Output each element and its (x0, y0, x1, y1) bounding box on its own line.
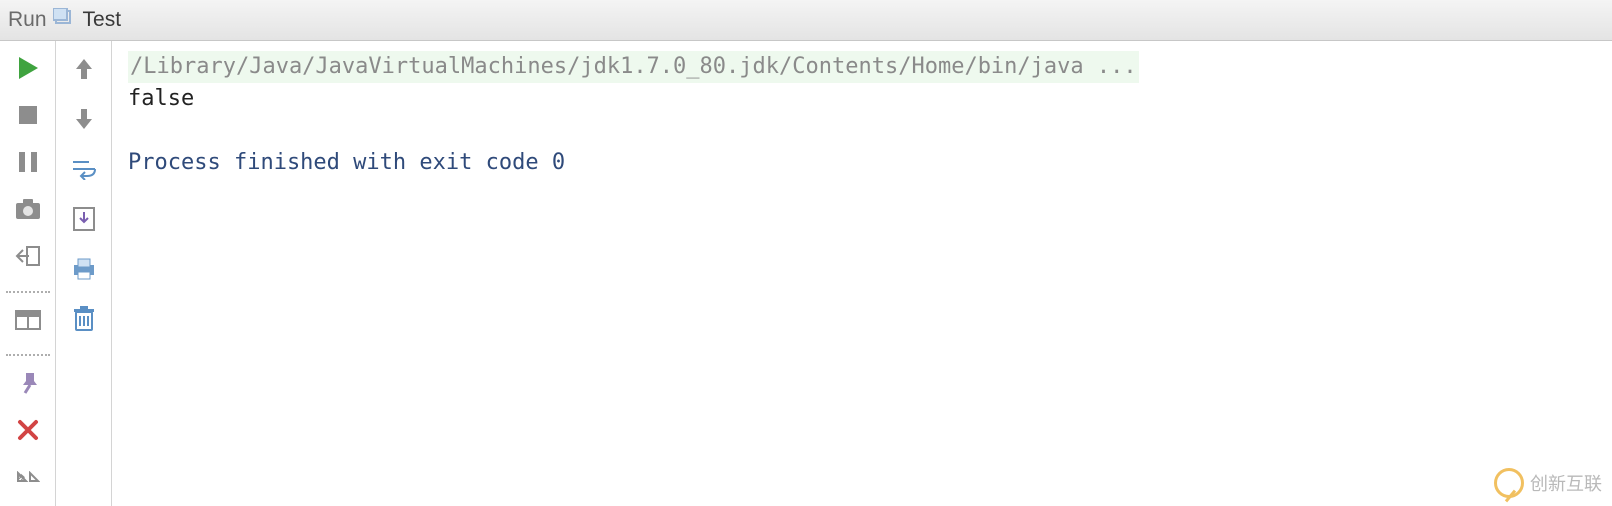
clear-all-button[interactable] (64, 299, 104, 339)
pin-button[interactable] (8, 364, 48, 401)
camera-icon (15, 198, 41, 220)
arrow-down-icon (73, 106, 95, 132)
layout-icon (15, 310, 41, 330)
run-config-name: Test (83, 8, 122, 32)
svg-text:»: » (16, 471, 26, 483)
arrow-up-icon (73, 56, 95, 82)
dump-threads-button[interactable] (8, 191, 48, 228)
pin-icon (17, 371, 39, 395)
exit-icon (15, 245, 41, 267)
exit-button[interactable] (8, 238, 48, 275)
scroll-to-end-button[interactable] (64, 199, 104, 239)
separator (6, 354, 50, 356)
trash-icon (72, 306, 96, 332)
rerun-button[interactable] (8, 49, 48, 86)
console-stdout: false (128, 86, 194, 111)
separator (6, 291, 50, 293)
console-exit-message: Process finished with exit code 0 (128, 150, 565, 175)
close-icon (17, 419, 39, 441)
console-output[interactable]: /Library/Java/JavaVirtualMachines/jdk1.7… (112, 41, 1612, 506)
stop-button[interactable] (8, 96, 48, 133)
stop-icon (17, 104, 39, 126)
run-toolwindow-header: Run Test (0, 0, 1612, 41)
run-icon (16, 55, 40, 81)
pause-button[interactable] (8, 143, 48, 180)
more-icon: » (16, 471, 40, 483)
scroll-to-end-icon (72, 206, 96, 232)
more-button[interactable]: » (8, 459, 48, 496)
close-button[interactable] (8, 412, 48, 449)
run-actions-column: » (0, 41, 56, 506)
pause-icon (17, 150, 39, 174)
soft-wrap-button[interactable] (64, 149, 104, 189)
run-label: Run (8, 8, 47, 32)
console-command-line: /Library/Java/JavaVirtualMachines/jdk1.7… (128, 51, 1139, 83)
console-actions-column (56, 41, 112, 506)
print-icon (71, 257, 97, 281)
scroll-up-button[interactable] (64, 49, 104, 89)
layout-button[interactable] (8, 301, 48, 338)
print-button[interactable] (64, 249, 104, 289)
scroll-down-button[interactable] (64, 99, 104, 139)
tabs-icon (53, 8, 75, 32)
soft-wrap-icon (71, 158, 97, 180)
